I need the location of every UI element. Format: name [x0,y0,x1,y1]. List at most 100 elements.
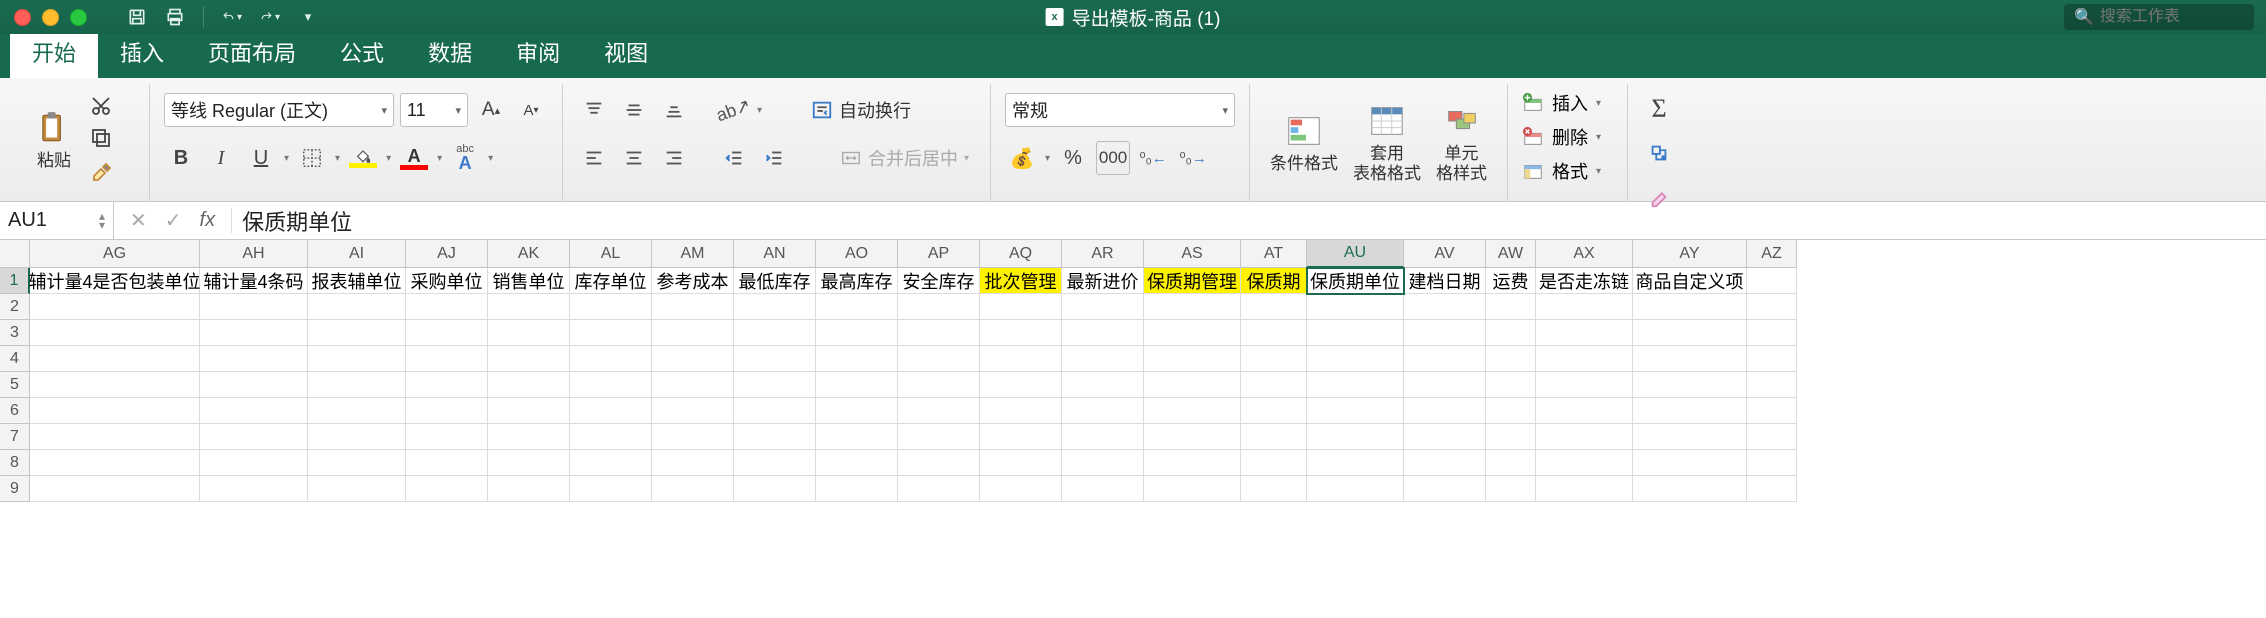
cell-AY8[interactable] [1633,450,1747,476]
cell-AZ7[interactable] [1747,424,1797,450]
increase-font-icon[interactable]: A▴ [474,93,508,127]
cell-AW1[interactable]: 运费 [1486,268,1536,294]
col-header-AI[interactable]: AI [308,240,406,268]
cell-AL2[interactable] [570,294,652,320]
cell-AO2[interactable] [816,294,898,320]
cell-AY6[interactable] [1633,398,1747,424]
formula-input[interactable]: 保质期单位 [232,205,2266,237]
search-sheet[interactable]: 🔍 [2064,4,2254,30]
cell-AZ8[interactable] [1747,450,1797,476]
cell-AQ1[interactable]: 批次管理 [980,268,1062,294]
col-header-AV[interactable]: AV [1404,240,1486,268]
col-header-AP[interactable]: AP [898,240,980,268]
percent-icon[interactable]: % [1056,141,1090,175]
cell-AZ4[interactable] [1747,346,1797,372]
copy-icon[interactable] [87,124,115,152]
row-header-1[interactable]: 1 [0,268,30,294]
cell-AI2[interactable] [308,294,406,320]
align-right-icon[interactable] [657,141,691,175]
comma-icon[interactable]: 000 [1096,141,1130,175]
cell-AP1[interactable]: 安全库存 [898,268,980,294]
cell-AL8[interactable] [570,450,652,476]
cell-AG2[interactable] [30,294,200,320]
decrease-font-icon[interactable]: A▾ [514,93,548,127]
cell-AG6[interactable] [30,398,200,424]
namebox-spinner[interactable]: ▴▾ [99,212,105,229]
cell-AN2[interactable] [734,294,816,320]
font-name-dropdown[interactable]: 等线 Regular (正文)▾ [164,93,394,127]
cell-AM7[interactable] [652,424,734,450]
cell-AV2[interactable] [1404,294,1486,320]
cell-AT8[interactable] [1241,450,1307,476]
cell-AO6[interactable] [816,398,898,424]
cell-AQ2[interactable] [980,294,1062,320]
cell-AP9[interactable] [898,476,980,502]
redo-icon[interactable]: ▾ [260,7,280,27]
cell-AR8[interactable] [1062,450,1144,476]
borders-button[interactable] [295,141,329,175]
cell-AW9[interactable] [1486,476,1536,502]
print-icon[interactable] [165,7,185,27]
cell-AU3[interactable] [1307,320,1404,346]
cell-AM5[interactable] [652,372,734,398]
cell-AT6[interactable] [1241,398,1307,424]
cell-AO1[interactable]: 最高库存 [816,268,898,294]
cell-AY7[interactable] [1633,424,1747,450]
cell-AY4[interactable] [1633,346,1747,372]
col-header-AO[interactable]: AO [816,240,898,268]
paste-button[interactable]: 粘贴 [24,86,84,194]
cell-AV7[interactable] [1404,424,1486,450]
cut-icon[interactable] [87,92,115,120]
cell-AK5[interactable] [488,372,570,398]
cell-AQ3[interactable] [980,320,1062,346]
cell-AO5[interactable] [816,372,898,398]
cell-AI3[interactable] [308,320,406,346]
cell-AJ4[interactable] [406,346,488,372]
increase-decimal-icon[interactable]: ⁰₀← [1136,141,1170,175]
cell-AL5[interactable] [570,372,652,398]
cell-AU4[interactable] [1307,346,1404,372]
cell-AX9[interactable] [1536,476,1633,502]
cell-AU1[interactable]: 保质期单位 [1307,268,1404,294]
enter-formula-icon[interactable]: ✓ [165,208,182,233]
cell-AZ1[interactable] [1747,268,1797,294]
cell-AX6[interactable] [1536,398,1633,424]
format-as-table-button[interactable]: 套用 表格格式 [1347,89,1427,197]
cell-AY3[interactable] [1633,320,1747,346]
align-center-icon[interactable] [617,141,651,175]
cell-AX5[interactable] [1536,372,1633,398]
cell-styles-button[interactable]: 单元 格样式 [1430,89,1493,197]
cell-AI7[interactable] [308,424,406,450]
italic-button[interactable]: I [204,141,238,175]
row-header-6[interactable]: 6 [0,398,30,424]
cell-AU9[interactable] [1307,476,1404,502]
col-header-AG[interactable]: AG [30,240,200,268]
cell-AR2[interactable] [1062,294,1144,320]
cell-AP3[interactable] [898,320,980,346]
col-header-AS[interactable]: AS [1144,240,1241,268]
cell-AT5[interactable] [1241,372,1307,398]
align-bottom-icon[interactable] [657,93,691,127]
cell-AJ9[interactable] [406,476,488,502]
cell-AU5[interactable] [1307,372,1404,398]
cell-AV8[interactable] [1404,450,1486,476]
cell-AZ5[interactable] [1747,372,1797,398]
cell-AK3[interactable] [488,320,570,346]
bold-button[interactable]: B [164,141,198,175]
cell-AM9[interactable] [652,476,734,502]
cancel-formula-icon[interactable]: ✕ [130,208,147,233]
undo-icon[interactable]: ▾ [222,7,242,27]
increase-indent-icon[interactable] [757,141,791,175]
cell-AJ1[interactable]: 采购单位 [406,268,488,294]
cell-AV3[interactable] [1404,320,1486,346]
cell-AK1[interactable]: 销售单位 [488,268,570,294]
cell-AJ8[interactable] [406,450,488,476]
row-header-5[interactable]: 5 [0,372,30,398]
cell-AJ7[interactable] [406,424,488,450]
cell-AS9[interactable] [1144,476,1241,502]
decrease-indent-icon[interactable] [717,141,751,175]
cell-AQ8[interactable] [980,450,1062,476]
cell-AM4[interactable] [652,346,734,372]
cell-AV1[interactable]: 建档日期 [1404,268,1486,294]
cell-AH9[interactable] [200,476,308,502]
